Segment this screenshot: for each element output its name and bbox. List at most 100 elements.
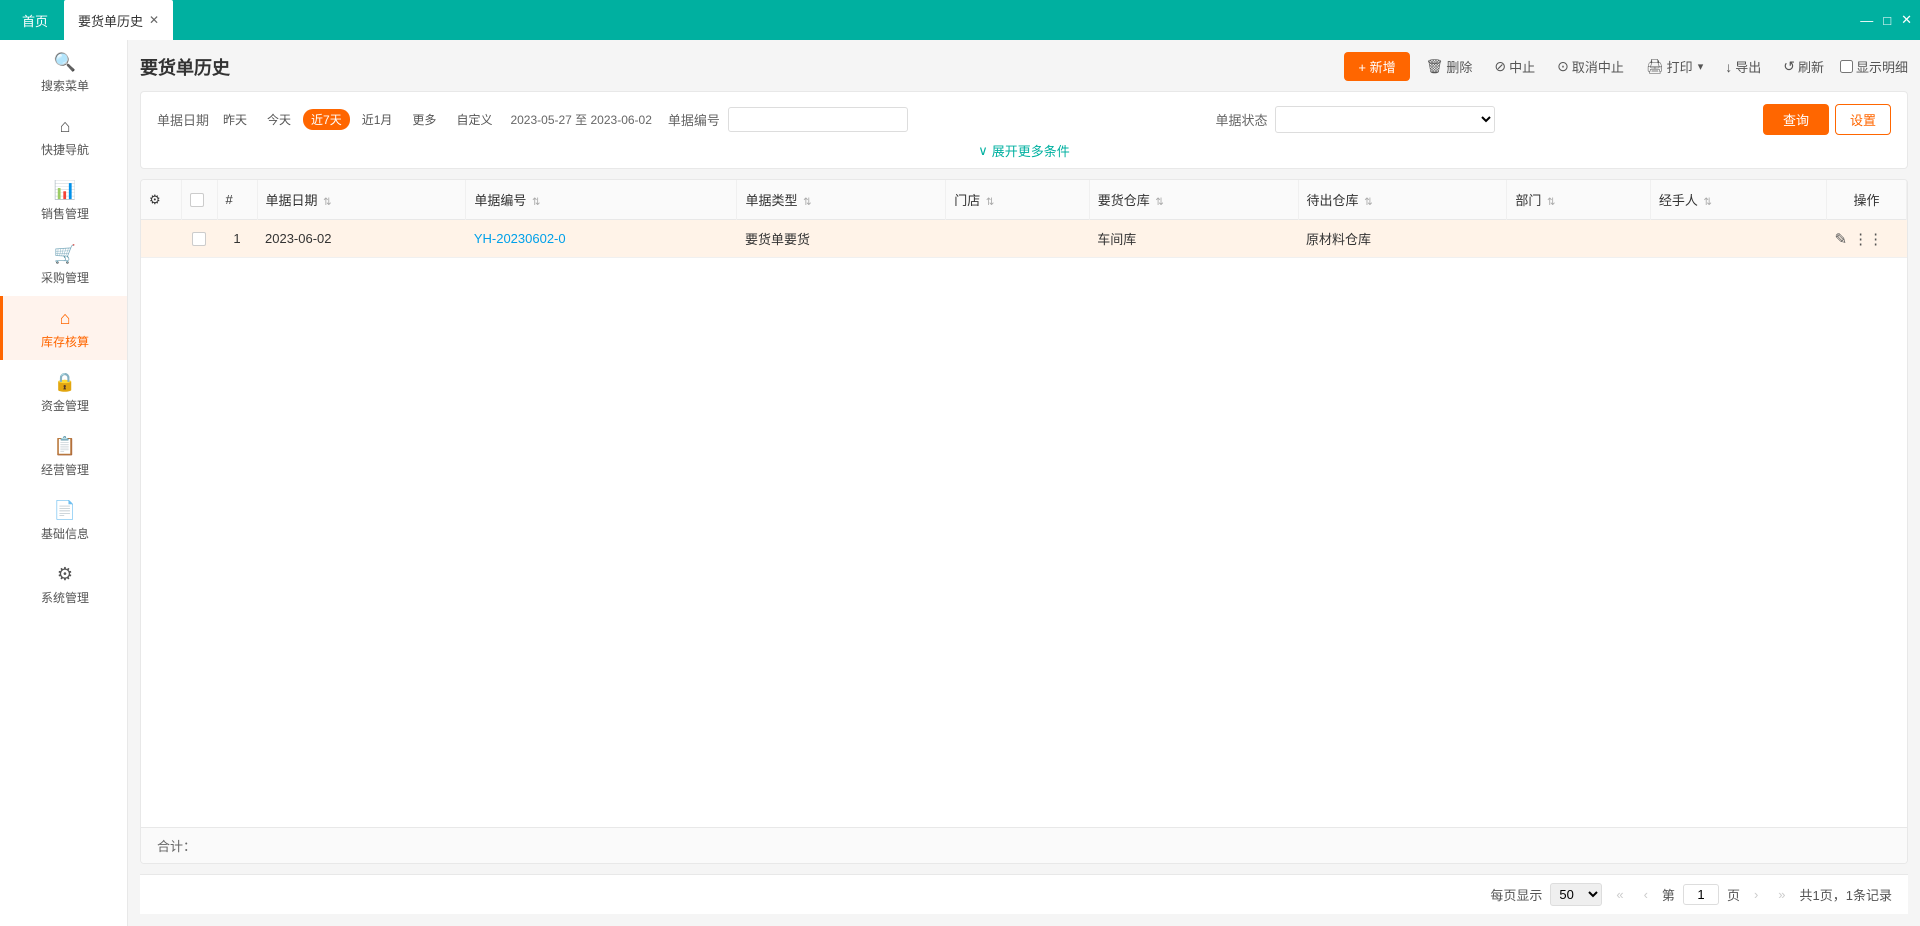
query-label: 查询 (1783, 110, 1809, 129)
sidebar-item-search[interactable]: 🔍 搜索菜单 (0, 40, 127, 104)
th-doctype[interactable]: 单据类型 ⇅ (737, 180, 946, 220)
sort-docno-icon: ⇅ (532, 197, 540, 208)
sidebar-item-system[interactable]: ⚙ 系统管理 (0, 552, 127, 616)
last-page-button[interactable]: » (1772, 885, 1791, 904)
header-checkbox[interactable] (190, 193, 204, 207)
top-bar: 首页 要货单历史 ✕ — □ ✕ (0, 0, 1920, 40)
expand-label: 展开更多条件 (992, 141, 1070, 160)
page-input[interactable] (1683, 884, 1719, 905)
row-more-icon[interactable]: ⋮⋮ (1853, 230, 1883, 248)
export-icon: ↓ (1725, 59, 1732, 75)
settings-button[interactable]: 设置 (1835, 104, 1891, 135)
th-docno[interactable]: 单据编号 ⇅ (466, 180, 737, 220)
th-settings[interactable]: ⚙ (141, 180, 181, 220)
sort-date-icon: ⇅ (323, 197, 331, 208)
tab-history-close[interactable]: ✕ (149, 13, 159, 27)
close-button[interactable]: ✕ (1901, 12, 1912, 28)
tab-home[interactable]: 首页 (8, 0, 62, 40)
row-edit-icon[interactable]: ✎ (1835, 230, 1848, 248)
settings-label: 设置 (1850, 110, 1876, 129)
td-date: 2023-06-02 (257, 220, 466, 258)
sidebar-item-inventory[interactable]: ⌂ 库存核算 (0, 296, 127, 360)
refresh-icon: ↺ (1783, 58, 1795, 75)
export-button[interactable]: ↓ 导出 (1719, 53, 1767, 80)
sort-dept-icon: ⇅ (1547, 197, 1555, 208)
sidebar-item-purchase-label: 采购管理 (41, 269, 89, 286)
per-page-select[interactable]: 50 10 20 100 (1550, 883, 1602, 906)
date-pill-yesterday[interactable]: 昨天 (215, 109, 255, 130)
sidebar-item-base-info[interactable]: 📄 基础信息 (0, 488, 127, 552)
show-detail-checkbox[interactable] (1840, 60, 1853, 73)
table-row: 1 2023-06-02 YH-20230602-0 要货单要货 车间库 原材料… (141, 220, 1907, 258)
table-wrapper: ⚙ # 单据日期 ⇅ 单据编号 ⇅ (140, 179, 1908, 864)
delete-icon: 🗑 (1426, 58, 1444, 75)
sidebar-item-inventory-label: 库存核算 (41, 333, 89, 350)
row-checkbox[interactable] (192, 232, 206, 246)
tab-home-label: 首页 (22, 11, 48, 30)
print-button[interactable]: 🖨 打印 (1640, 53, 1709, 80)
table-footer: 合计： (141, 827, 1907, 863)
prev-page-button[interactable]: ‹ (1638, 885, 1654, 904)
status-filter-group: 单据状态 (1215, 106, 1747, 133)
window-controls: — □ ✕ (1860, 12, 1912, 28)
date-pill-today[interactable]: 今天 (259, 109, 299, 130)
table-body: 1 2023-06-02 YH-20230602-0 要货单要货 车间库 原材料… (141, 220, 1907, 258)
main-content: 要货单历史 + 新增 🗑 删除 ⊘ 中止 ⊙ 取消中止 🖨 (128, 40, 1920, 926)
add-button[interactable]: + 新增 (1344, 52, 1409, 81)
sidebar-item-operations[interactable]: 📋 经营管理 (0, 424, 127, 488)
sidebar-item-purchase[interactable]: 🛒 采购管理 (0, 232, 127, 296)
docno-label: 单据编号 (668, 110, 720, 129)
tab-history[interactable]: 要货单历史 ✕ (64, 0, 173, 40)
operations-icon: 📋 (54, 436, 76, 457)
td-checkbox[interactable] (181, 220, 217, 258)
th-date[interactable]: 单据日期 ⇅ (257, 180, 466, 220)
export-label: 导出 (1735, 57, 1761, 76)
sidebar-item-operations-label: 经营管理 (41, 461, 89, 478)
base-info-icon: 📄 (54, 500, 76, 521)
sort-doctype-icon: ⇅ (803, 197, 811, 208)
th-store[interactable]: 门店 ⇅ (946, 180, 1089, 220)
minimize-button[interactable]: — (1860, 13, 1873, 28)
sidebar-item-quick-nav[interactable]: ⌂ 快捷导航 (0, 104, 127, 168)
td-docno[interactable]: YH-20230602-0 (466, 220, 737, 258)
filter-expand[interactable]: ∨ 展开更多条件 (157, 141, 1891, 160)
filter-area: 单据日期 昨天 今天 近7天 近1月 更多 自定义 2023-05-27 至 2… (140, 91, 1908, 169)
sales-icon: 📊 (54, 180, 76, 201)
td-pending-warehouse: 原材料仓库 (1298, 220, 1507, 258)
delete-button[interactable]: 🗑 删除 (1420, 53, 1479, 80)
cancel-stop-button[interactable]: ⊙ 取消中止 (1551, 53, 1630, 80)
td-num: 1 (217, 220, 257, 258)
query-button[interactable]: 查询 (1763, 104, 1829, 135)
sidebar-item-sales[interactable]: 📊 销售管理 (0, 168, 127, 232)
th-pending-warehouse[interactable]: 待出仓库 ⇅ (1298, 180, 1507, 220)
table-head: ⚙ # 单据日期 ⇅ 单据编号 ⇅ (141, 180, 1907, 220)
purchase-icon: 🛒 (54, 244, 76, 265)
sidebar-item-finance[interactable]: 🔒 资金管理 (0, 360, 127, 424)
th-handler[interactable]: 经手人 ⇅ (1650, 180, 1826, 220)
refresh-button[interactable]: ↺ 刷新 (1777, 53, 1830, 80)
action-buttons: 查询 设置 (1763, 104, 1891, 135)
th-dept[interactable]: 部门 ⇅ (1507, 180, 1650, 220)
maximize-button[interactable]: □ (1883, 13, 1891, 28)
inventory-icon: ⌂ (60, 308, 71, 329)
date-pill-last7days[interactable]: 近7天 (303, 109, 350, 130)
first-page-button[interactable]: « (1610, 885, 1629, 904)
td-settings (141, 220, 181, 258)
total-info: 共1页，1条记录 (1800, 885, 1892, 904)
date-pill-custom[interactable]: 自定义 (448, 109, 500, 130)
date-pill-last1month[interactable]: 近1月 (354, 109, 401, 130)
docno-filter-group: 单据编号 (668, 107, 1200, 132)
date-pill-more[interactable]: 更多 (404, 109, 444, 130)
next-page-button[interactable]: › (1748, 885, 1764, 904)
docno-input[interactable] (728, 107, 908, 132)
status-select[interactable] (1275, 106, 1495, 133)
status-label: 单据状态 (1215, 110, 1267, 129)
show-detail-label: 显示明细 (1856, 57, 1908, 76)
th-checkbox[interactable] (181, 180, 217, 220)
stop-button[interactable]: ⊘ 中止 (1488, 53, 1541, 80)
date-range-display: 2023-05-27 至 2023-06-02 (510, 111, 651, 128)
show-detail-toggle[interactable]: 显示明细 (1840, 57, 1908, 76)
print-label: 打印 (1667, 57, 1693, 76)
th-req-warehouse[interactable]: 要货仓库 ⇅ (1089, 180, 1298, 220)
cancel-stop-icon: ⊙ (1557, 58, 1569, 75)
